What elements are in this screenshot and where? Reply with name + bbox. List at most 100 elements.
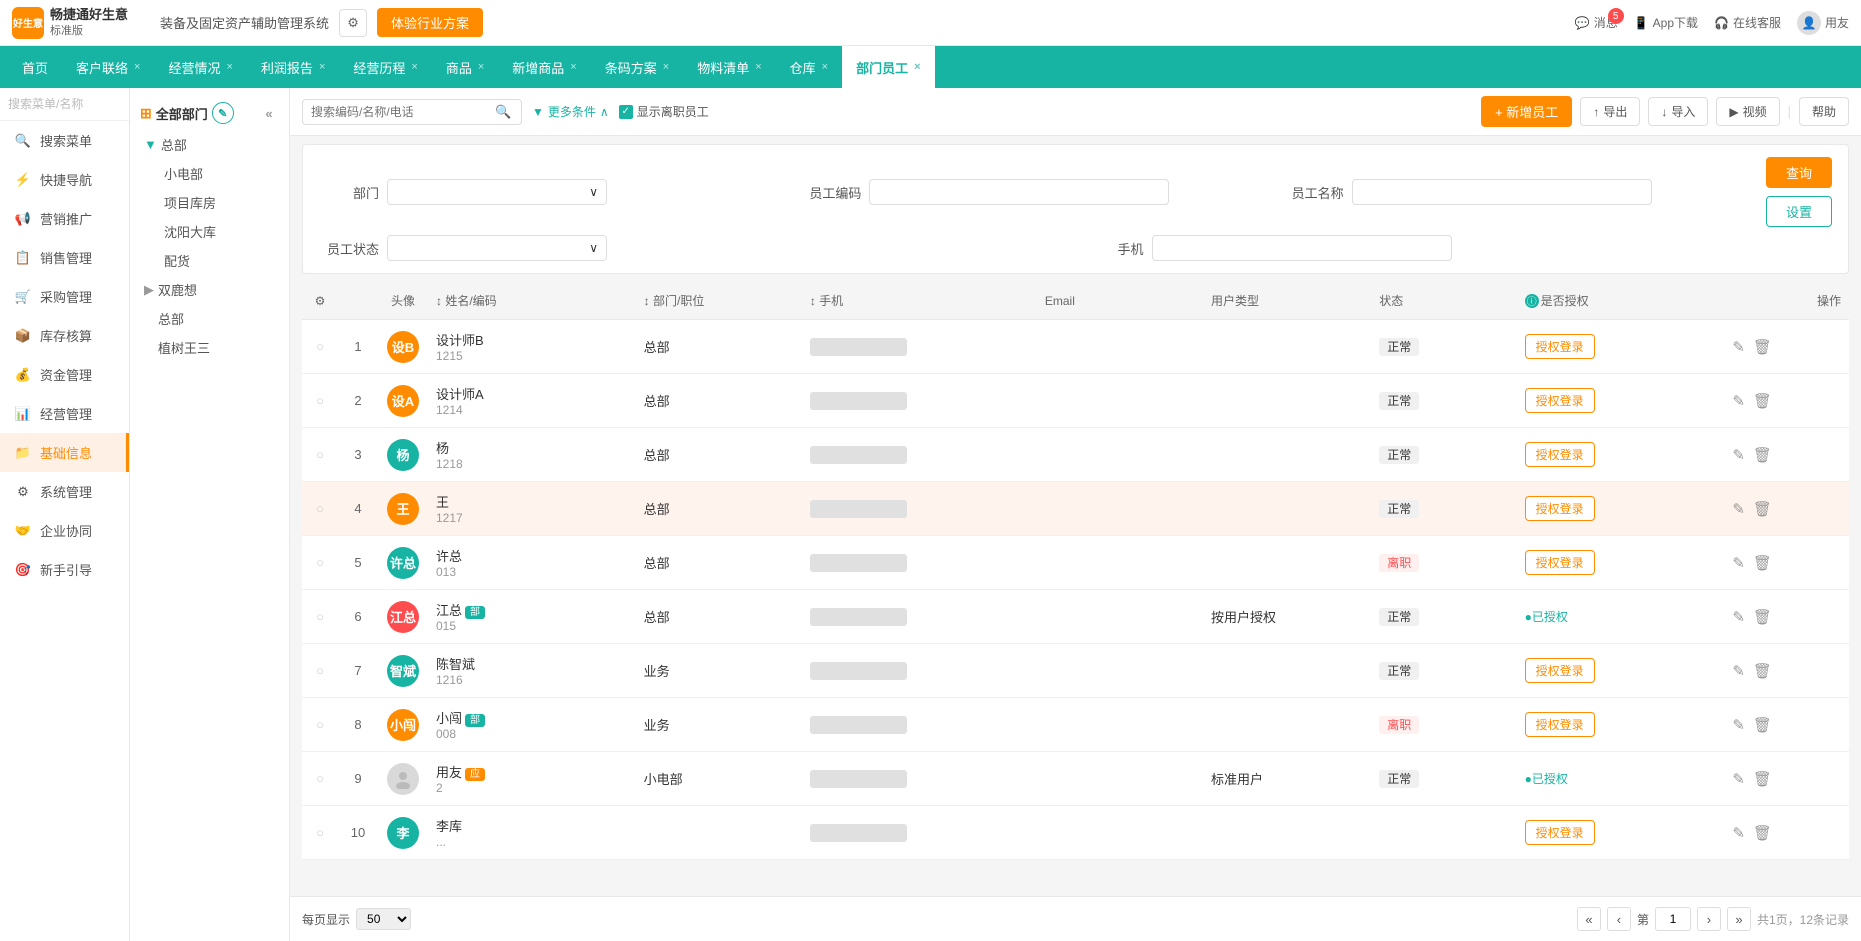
try-industry-btn[interactable]: 体验行业方案	[377, 8, 483, 37]
filter-setting-btn[interactable]: 设置	[1766, 196, 1832, 227]
close-tab-icon[interactable]: ×	[411, 61, 417, 73]
edit-btn[interactable]: ✎	[1732, 392, 1745, 410]
sidebar-item-库存核算[interactable]: 📦 库存核算	[0, 316, 129, 355]
show-inactive-toggle[interactable]: ✓ 显示离职员工	[619, 103, 709, 120]
edit-btn[interactable]: ✎	[1732, 608, 1745, 626]
nav-tab-经营情况[interactable]: 经营情况×	[154, 46, 246, 88]
import-btn[interactable]: ↓ 导入	[1648, 97, 1708, 126]
close-tab-icon[interactable]: ×	[570, 61, 576, 73]
row-gear[interactable]: ○	[302, 752, 338, 806]
delete-btn[interactable]: 🗑	[1753, 392, 1772, 410]
online-service-btn[interactable]: 🎧 在线客服	[1714, 14, 1781, 31]
nav-tab-商品[interactable]: 商品×	[432, 46, 498, 88]
close-tab-icon[interactable]: ×	[319, 61, 325, 73]
close-tab-icon[interactable]: ×	[134, 61, 140, 73]
sidebar-item-系统管理[interactable]: ⚙ 系统管理	[0, 472, 129, 511]
auth-btn[interactable]: 授权登录	[1525, 442, 1595, 467]
row-gear[interactable]: ○	[302, 806, 338, 860]
query-btn[interactable]: 查询	[1766, 157, 1832, 188]
more-filter-btn[interactable]: ▼ 更多条件 ∧	[532, 103, 609, 120]
delete-btn[interactable]: 🗑	[1753, 662, 1772, 680]
page-input[interactable]	[1655, 907, 1691, 931]
employee-code-input[interactable]	[869, 179, 1169, 205]
row-gear[interactable]: ○	[302, 374, 338, 428]
auth-btn[interactable]: 授权登录	[1525, 496, 1595, 521]
row-gear[interactable]: ○	[302, 698, 338, 752]
employee-status-select[interactable]: ∨	[387, 235, 607, 261]
dept-item-zongbu-parent[interactable]: ▼ 总部	[136, 130, 289, 159]
nav-tab-利润报告[interactable]: 利润报告×	[247, 46, 339, 88]
row-gear[interactable]: ○	[302, 536, 338, 590]
app-download-btn[interactable]: 📱 App下载	[1634, 14, 1698, 31]
nav-tab-经营历程[interactable]: 经营历程×	[339, 46, 431, 88]
export-btn[interactable]: ↑ 导出	[1580, 97, 1640, 126]
delete-btn[interactable]: 🗑	[1753, 824, 1772, 842]
last-page-btn[interactable]: »	[1727, 907, 1751, 931]
sidebar-item-营销推广[interactable]: 📢 营销推广	[0, 199, 129, 238]
close-tab-icon[interactable]: ×	[822, 61, 828, 73]
delete-btn[interactable]: 🗑	[1753, 716, 1772, 734]
delete-btn[interactable]: 🗑	[1753, 554, 1772, 572]
close-tab-icon[interactable]: ×	[226, 61, 232, 73]
view-btn[interactable]: ▶ 视频	[1716, 97, 1779, 126]
dept-item-peihuo[interactable]: 配货	[136, 246, 289, 275]
dept-item-xiaodian[interactable]: 小电部	[136, 159, 289, 188]
auth-btn[interactable]: 授权登录	[1525, 820, 1595, 845]
sidebar-item-经营管理[interactable]: 📊 经营管理	[0, 394, 129, 433]
edit-btn[interactable]: ✎	[1732, 662, 1745, 680]
sidebar-item-销售管理[interactable]: 📋 销售管理	[0, 238, 129, 277]
edit-btn[interactable]: ✎	[1732, 824, 1745, 842]
sidebar-item-快捷导航[interactable]: ⚡ 快捷导航	[0, 160, 129, 199]
dept-filter-select[interactable]: ∨	[387, 179, 607, 205]
dept-item-shuanglu[interactable]: ▶ 双鹿想	[136, 275, 289, 304]
next-page-btn[interactable]: ›	[1697, 907, 1721, 931]
edit-btn[interactable]: ✎	[1732, 716, 1745, 734]
sidebar-item-资金管理[interactable]: 💰 资金管理	[0, 355, 129, 394]
row-gear[interactable]: ○	[302, 590, 338, 644]
search-input-wrap[interactable]: 🔍	[302, 99, 522, 125]
sidebar-item-基础信息[interactable]: 📁 基础信息	[0, 433, 129, 472]
user-btn[interactable]: 👤 用友	[1797, 11, 1849, 35]
row-gear[interactable]: ○	[302, 428, 338, 482]
dept-collapse-btn[interactable]: «	[259, 103, 279, 123]
delete-btn[interactable]: 🗑	[1753, 500, 1772, 518]
sidebar-item-采购管理[interactable]: 🛒 采购管理	[0, 277, 129, 316]
dept-item-shenyang[interactable]: 沈阳大库	[136, 217, 289, 246]
dept-edit-btn[interactable]: ✎	[212, 102, 234, 124]
close-tab-icon[interactable]: ×	[914, 61, 920, 73]
edit-btn[interactable]: ✎	[1732, 446, 1745, 464]
add-employee-btn[interactable]: + 新增员工	[1481, 96, 1572, 127]
nav-tab-条码方案[interactable]: 条码方案×	[591, 46, 683, 88]
search-input[interactable]	[311, 105, 491, 119]
row-gear[interactable]: ○	[302, 320, 338, 374]
edit-btn[interactable]: ✎	[1732, 500, 1745, 518]
edit-btn[interactable]: ✎	[1732, 554, 1745, 572]
edit-btn[interactable]: ✎	[1732, 770, 1745, 788]
delete-btn[interactable]: 🗑	[1753, 770, 1772, 788]
th-name[interactable]: ↕ 姓名/编码	[428, 282, 636, 320]
settings-icon[interactable]: ⚙	[339, 9, 367, 37]
sidebar-item-新手引导[interactable]: 🎯 新手引导	[0, 550, 129, 589]
auth-btn[interactable]: 授权登录	[1525, 658, 1595, 683]
th-gear[interactable]: ⚙	[302, 282, 338, 320]
sidebar-item-搜索菜单[interactable]: 🔍 搜索菜单	[0, 121, 129, 160]
auth-btn[interactable]: 授权登录	[1525, 388, 1595, 413]
edit-btn[interactable]: ✎	[1732, 338, 1745, 356]
page-size-select[interactable]: 50 100	[356, 908, 411, 930]
th-dept[interactable]: ↕ 部门/职位	[636, 282, 802, 320]
close-tab-icon[interactable]: ×	[755, 61, 761, 73]
message-btn[interactable]: 💬 消息 5	[1575, 14, 1618, 31]
nav-tab-物料清单[interactable]: 物料清单×	[683, 46, 775, 88]
sidebar-search-input[interactable]	[8, 97, 130, 111]
nav-tab-首页[interactable]: 首页	[8, 46, 62, 88]
search-submit-icon[interactable]: 🔍	[495, 104, 511, 120]
first-page-btn[interactable]: «	[1577, 907, 1601, 931]
row-gear[interactable]: ○	[302, 482, 338, 536]
delete-btn[interactable]: 🗑	[1753, 608, 1772, 626]
nav-tab-客户联络[interactable]: 客户联络×	[62, 46, 154, 88]
dept-item-zongbu2[interactable]: 总部	[136, 304, 289, 333]
auth-btn[interactable]: 授权登录	[1525, 550, 1595, 575]
nav-tab-仓库[interactable]: 仓库×	[776, 46, 842, 88]
auth-btn[interactable]: 授权登录	[1525, 334, 1595, 359]
dept-item-zhishu[interactable]: 植树王三	[136, 333, 289, 362]
